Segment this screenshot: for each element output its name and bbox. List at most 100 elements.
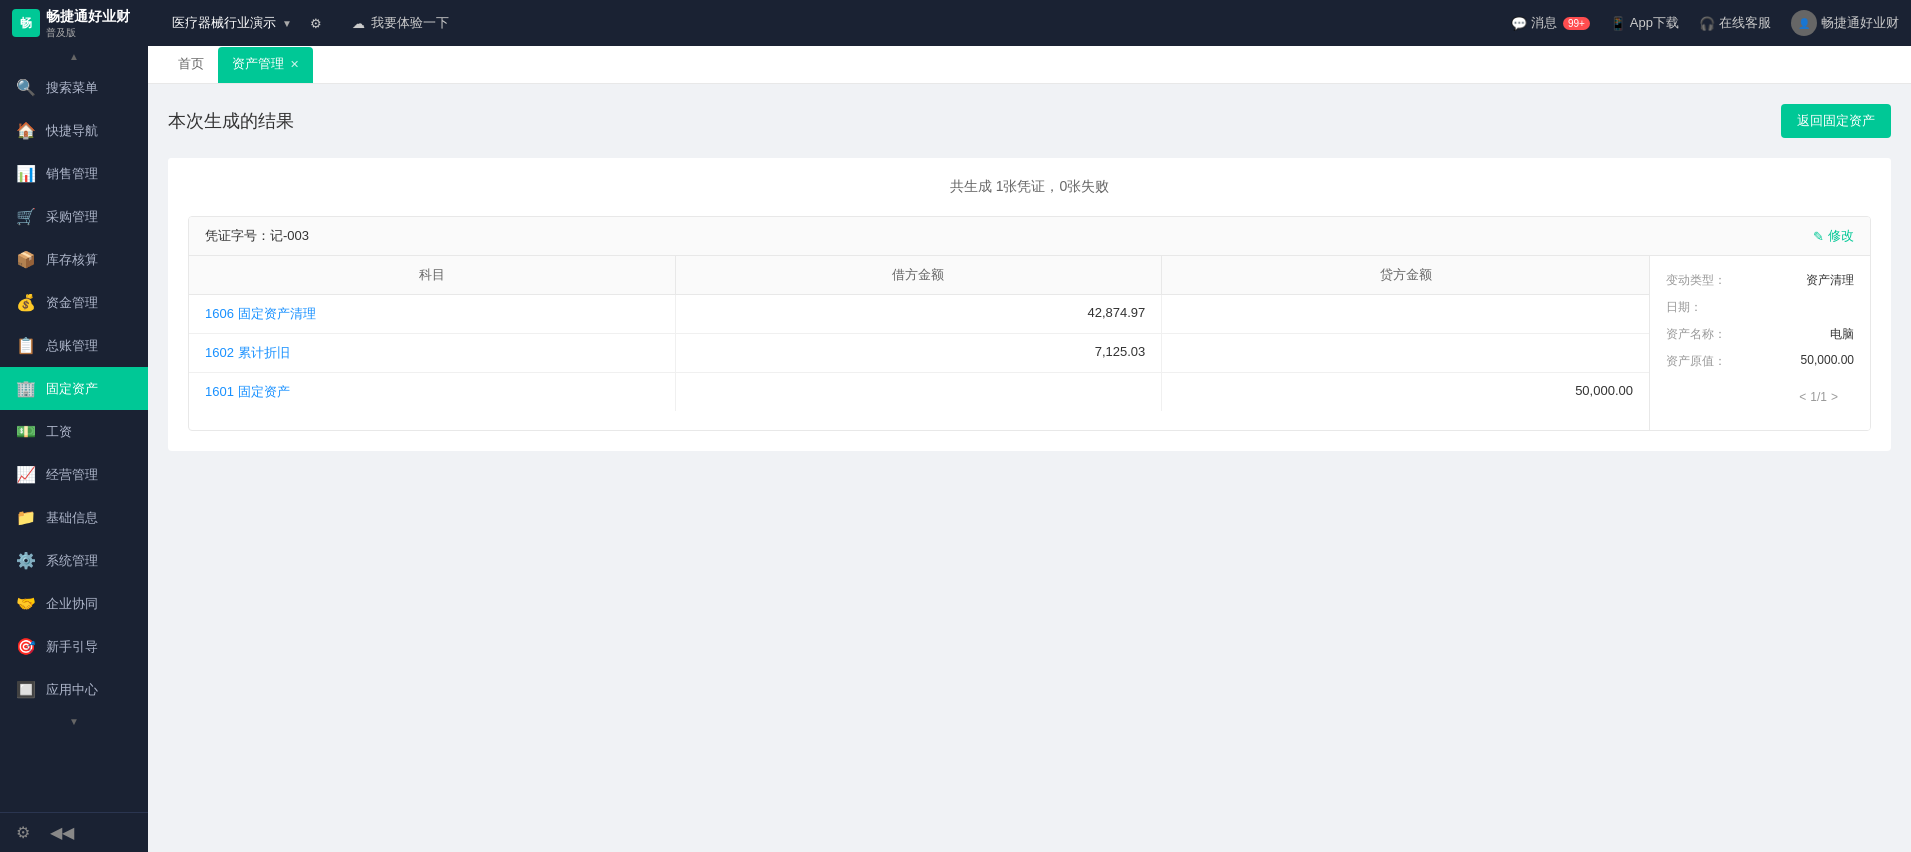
username-label: 畅捷通好业财: [1821, 14, 1899, 32]
page-header: 本次生成的结果 返回固定资产: [168, 104, 1891, 138]
col-debit: 借方金额: [676, 256, 1163, 294]
ledger-icon: 📋: [16, 336, 36, 355]
asset-name-row: 资产名称： 电脑: [1666, 326, 1854, 343]
sidebar-item-quicknav-label: 快捷导航: [46, 122, 98, 140]
sidebar-item-enterprise[interactable]: 🤝 企业协同: [0, 582, 148, 625]
sidebar-item-basic-info-label: 基础信息: [46, 509, 98, 527]
top-header: 畅 畅捷通好业财 普及版 医疗器械行业演示 ▼ ⚙ ☁ 我要体验一下 💬 消息 …: [0, 0, 1911, 46]
funds-icon: 💰: [16, 293, 36, 312]
logo-text: 畅捷通好业财 普及版: [46, 7, 130, 38]
avatar: 👤: [1791, 10, 1817, 36]
table-header: 科目 借方金额 贷方金额: [189, 256, 1649, 295]
sidebar-scroll-up[interactable]: ▲: [0, 46, 148, 66]
sidebar-scroll-down[interactable]: ▼: [0, 711, 148, 731]
sidebar-item-sales[interactable]: 📊 销售管理: [0, 152, 148, 195]
top-right-nav: 💬 消息 99+ 📱 App下载 🎧 在线客服 👤 畅捷通好业财: [1511, 10, 1899, 36]
content-area: 首页 资产管理 ✕ 本次生成的结果 返回固定资产 共生成 1张凭证，0张失败 凭…: [148, 46, 1911, 852]
cloud-icon: ☁: [352, 16, 365, 31]
sidebar-item-search[interactable]: 🔍 搜索菜单: [0, 66, 148, 109]
sidebar-item-payroll[interactable]: 💵 工资: [0, 410, 148, 453]
sidebar-item-ledger-label: 总账管理: [46, 337, 98, 355]
settings-icon[interactable]: ⚙: [300, 7, 332, 39]
subject-cell-2[interactable]: 1602 累计折旧: [189, 334, 676, 372]
edit-button[interactable]: ✎ 修改: [1813, 227, 1854, 245]
tab-close-icon[interactable]: ✕: [290, 58, 299, 71]
appstore-icon: 🔲: [16, 680, 36, 699]
change-type-value: 资产清理: [1806, 272, 1854, 289]
debit-cell-1: 42,874.97: [676, 295, 1163, 333]
project-selector[interactable]: 医疗器械行业演示 ▼: [172, 14, 292, 32]
sidebar-item-fixed-assets[interactable]: 🏢 固定资产: [0, 367, 148, 410]
tab-home[interactable]: 首页: [164, 47, 218, 83]
subject-cell-3[interactable]: 1601 固定资产: [189, 373, 676, 411]
sidebar-item-basic-info[interactable]: 📁 基础信息: [0, 496, 148, 539]
sidebar-item-search-label: 搜索菜单: [46, 79, 98, 97]
home-icon: 🏠: [16, 121, 36, 140]
voucher-header: 凭证字号：记-003 ✎ 修改: [189, 217, 1870, 256]
app-download-button[interactable]: 📱 App下载: [1610, 14, 1679, 32]
subject-cell-1[interactable]: 1606 固定资产清理: [189, 295, 676, 333]
result-summary: 共生成 1张凭证，0张失败: [168, 158, 1891, 216]
return-to-fixed-assets-button[interactable]: 返回固定资产: [1781, 104, 1891, 138]
debit-cell-2: 7,125.03: [676, 334, 1163, 372]
logo-icon: 畅: [12, 9, 40, 37]
voucher-block: 凭证字号：记-003 ✎ 修改 科目 借方金额 贷方金额: [188, 216, 1871, 431]
sidebar-item-purchase[interactable]: 🛒 采购管理: [0, 195, 148, 238]
sidebar-item-appstore[interactable]: 🔲 应用中心: [0, 668, 148, 711]
sidebar-item-fixed-assets-label: 固定资产: [46, 380, 98, 398]
page-info: 1/1: [1810, 390, 1827, 404]
col-subject: 科目: [189, 256, 676, 294]
try-button[interactable]: ☁ 我要体验一下: [352, 14, 449, 32]
service-icon: 🎧: [1699, 16, 1715, 31]
payroll-icon: 💵: [16, 422, 36, 441]
asset-value-row: 资产原值： 50,000.00: [1666, 353, 1854, 370]
settings-bottom-icon[interactable]: ⚙: [16, 823, 30, 842]
date-row: 日期：: [1666, 299, 1854, 316]
table-rows: ✓ 成功 1606 固定资产清理 42,874.97 1602 累计折旧: [189, 295, 1649, 411]
change-type-label: 变动类型：: [1666, 272, 1726, 289]
sidebar-item-management[interactable]: 📈 经营管理: [0, 453, 148, 496]
sidebar-item-system[interactable]: ⚙️ 系统管理: [0, 539, 148, 582]
enterprise-icon: 🤝: [16, 594, 36, 613]
page-content: 本次生成的结果 返回固定资产 共生成 1张凭证，0张失败 凭证字号：记-003 …: [148, 84, 1911, 852]
credit-cell-3: 50,000.00: [1162, 373, 1649, 411]
asset-value-value: 50,000.00: [1801, 353, 1854, 370]
inventory-icon: 📦: [16, 250, 36, 269]
prev-page-button[interactable]: <: [1799, 390, 1806, 404]
side-info-panel: 变动类型： 资产清理 日期： 资产名称： 电脑: [1650, 256, 1870, 430]
brand-name: 畅捷通好业财: [46, 7, 130, 25]
user-button[interactable]: 👤 畅捷通好业财: [1791, 10, 1899, 36]
try-label: 我要体验一下: [371, 14, 449, 32]
guide-icon: 🎯: [16, 637, 36, 656]
message-badge: 99+: [1563, 17, 1590, 30]
fixed-assets-icon: 🏢: [16, 379, 36, 398]
management-icon: 📈: [16, 465, 36, 484]
result-panel: 共生成 1张凭证，0张失败 凭证字号：记-003 ✎ 修改: [168, 158, 1891, 451]
collapse-icon[interactable]: ◀◀: [50, 823, 74, 842]
sales-icon: 📊: [16, 164, 36, 183]
next-page-button[interactable]: >: [1831, 390, 1838, 404]
sidebar-bottom: ⚙ ◀◀: [0, 812, 148, 852]
online-service-button[interactable]: 🎧 在线客服: [1699, 14, 1771, 32]
date-label: 日期：: [1666, 299, 1702, 316]
search-icon: 🔍: [16, 78, 36, 97]
edit-label: 修改: [1828, 227, 1854, 245]
message-icon: 💬: [1511, 16, 1527, 31]
debit-cell-3: [676, 373, 1163, 411]
sidebar-item-enterprise-label: 企业协同: [46, 595, 98, 613]
voucher-number: 凭证字号：记-003: [205, 227, 309, 245]
sidebar-item-inventory[interactable]: 📦 库存核算: [0, 238, 148, 281]
sidebar-item-quicknav[interactable]: 🏠 快捷导航: [0, 109, 148, 152]
sidebar-item-guide-label: 新手引导: [46, 638, 98, 656]
sidebar-item-inventory-label: 库存核算: [46, 251, 98, 269]
table-row: 1606 固定资产清理 42,874.97: [189, 295, 1649, 334]
pagination: < 1/1 >: [1666, 380, 1854, 414]
table-row: 1602 累计折旧 7,125.03: [189, 334, 1649, 373]
sidebar-item-guide[interactable]: 🎯 新手引导: [0, 625, 148, 668]
tab-bar: 首页 资产管理 ✕: [148, 46, 1911, 84]
sidebar-item-funds[interactable]: 💰 资金管理: [0, 281, 148, 324]
tab-asset-management[interactable]: 资产管理 ✕: [218, 47, 313, 83]
message-button[interactable]: 💬 消息 99+: [1511, 14, 1590, 32]
credit-cell-1: [1162, 295, 1649, 333]
sidebar-item-ledger[interactable]: 📋 总账管理: [0, 324, 148, 367]
